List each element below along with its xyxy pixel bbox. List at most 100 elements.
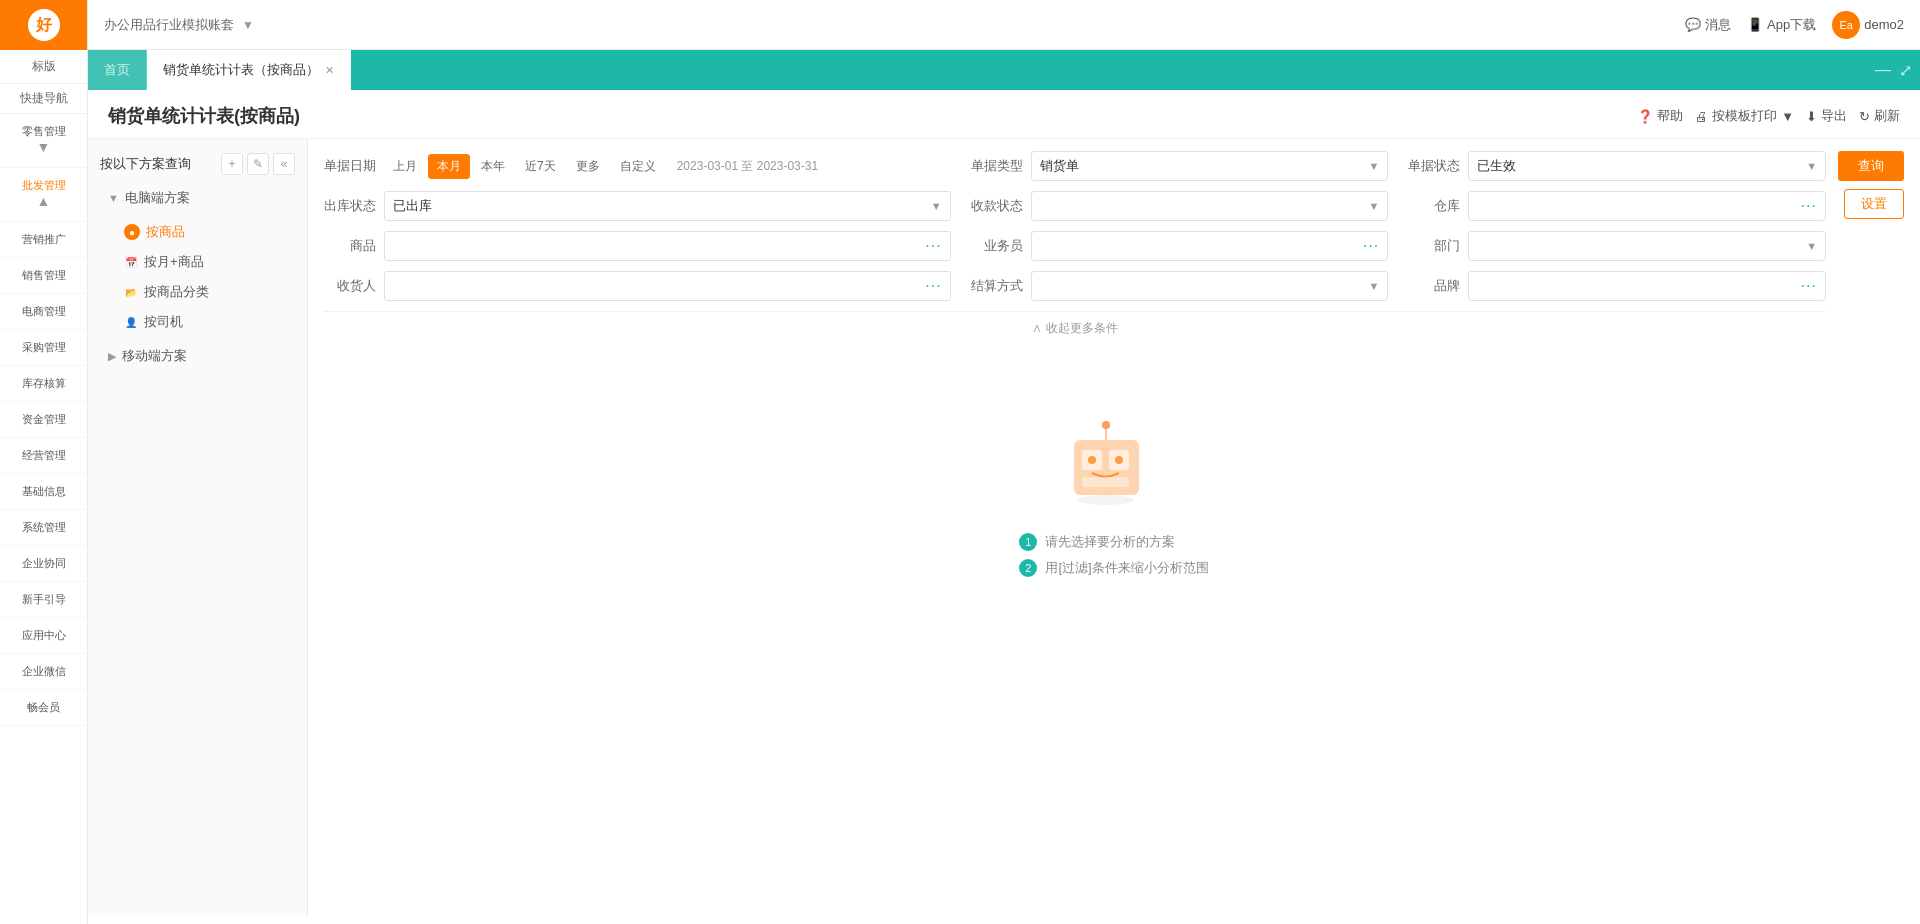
edit-scheme-btn[interactable]: ✎ <box>247 153 269 175</box>
topbar-left: 办公用品行业模拟账套 ▼ <box>104 16 254 34</box>
tree-mobile-label: 移动端方案 <box>122 347 187 365</box>
sidebar-item-finance[interactable]: 资金管理 <box>0 402 87 438</box>
refresh-btn[interactable]: ↻ 刷新 <box>1859 107 1900 125</box>
export-icon: ⬇ <box>1806 109 1817 124</box>
sidebar-item-wholesale[interactable]: 批发管理 ▲ <box>0 168 87 222</box>
sidebar-item-sales[interactable]: 销售管理 <box>0 258 87 294</box>
help-btn[interactable]: ❓ 帮助 <box>1637 107 1683 125</box>
print-label: 按模板打印 <box>1712 107 1777 125</box>
tree-pc-group[interactable]: ▼ 电脑端方案 <box>88 183 307 213</box>
collapse-panel-btn[interactable]: « <box>273 153 295 175</box>
sidebar-item-weixin[interactable]: 企业微信 <box>0 654 87 690</box>
filter-brand: 品牌 ··· <box>1408 271 1826 301</box>
tree-sub-items: ● 按商品 📅 按月+商品 📂 按商品分类 👤 按司机 <box>88 213 307 341</box>
payment-status-select[interactable]: ▼ <box>1031 191 1389 221</box>
filter-row-4: 收货人 ··· 结算方式 ▼ <box>324 271 1826 301</box>
add-scheme-btn[interactable]: + <box>221 153 243 175</box>
date-tab-more[interactable]: 更多 <box>567 154 609 179</box>
date-tab-current-month[interactable]: 本月 <box>428 154 470 179</box>
brand-select[interactable]: ··· <box>1468 271 1826 301</box>
out-status-arrow-icon: ▼ <box>931 200 942 212</box>
scheme-by-goods[interactable]: ● 按商品 <box>88 217 307 247</box>
driver-icon: 👤 <box>124 315 138 329</box>
sidebar-item-purchase[interactable]: 采购管理 <box>0 330 87 366</box>
bill-type-select[interactable]: 销货单 ▼ <box>1031 151 1389 181</box>
sidebar-item-marketing[interactable]: 营销推广 <box>0 222 87 258</box>
scheme-by-month-goods[interactable]: 📅 按月+商品 <box>88 247 307 277</box>
export-label: 导出 <box>1821 107 1847 125</box>
svg-point-4 <box>1088 456 1096 464</box>
user-profile-btn[interactable]: Ea demo2 <box>1832 11 1904 39</box>
out-status-select[interactable]: 已出库 ▼ <box>384 191 951 221</box>
message-btn[interactable]: 💬 消息 <box>1685 16 1731 34</box>
quicknav-label: 快捷导航 <box>20 90 68 107</box>
scheme-by-driver[interactable]: 👤 按司机 <box>88 307 307 337</box>
tab-home[interactable]: 首页 <box>88 50 147 90</box>
help-label: 帮助 <box>1657 107 1683 125</box>
receiver-dots-icon: ··· <box>925 277 941 295</box>
empty-illustration <box>1054 405 1174 525</box>
calendar-icon: 📅 <box>124 255 138 269</box>
bill-type-value: 销货单 <box>1040 157 1079 175</box>
tab-minimize-icon[interactable]: — <box>1875 61 1891 79</box>
sidebar-search[interactable]: 标版 <box>0 50 87 84</box>
empty-state: 1 请先选择要分析的方案 2 用[过滤]条件来缩小分析范围 <box>324 345 1904 625</box>
collapse-label: 收起更多条件 <box>1046 321 1118 335</box>
main-area: 办公用品行业模拟账套 ▼ 💬 消息 📱 App下载 Ea demo2 首页 <box>88 0 1920 924</box>
date-tab-current-year[interactable]: 本年 <box>472 154 514 179</box>
active-dot: ● <box>124 224 140 240</box>
tab-report[interactable]: 销货单统计计表（按商品） ✕ <box>147 50 351 90</box>
sidebar-item-retail[interactable]: 零售管理 ▼ <box>0 114 87 168</box>
scheme-by-category[interactable]: 📂 按商品分类 <box>88 277 307 307</box>
topbar-dropdown-icon[interactable]: ▼ <box>242 18 254 32</box>
tree-mobile-group[interactable]: ▶ 移动端方案 <box>88 341 307 371</box>
salesman-select[interactable]: ··· <box>1031 231 1389 261</box>
sidebar-logo[interactable]: 好 <box>0 0 87 50</box>
page-title: 销货单统计计表(按商品) <box>108 104 300 128</box>
warehouse-select[interactable]: ··· <box>1468 191 1826 221</box>
goods-select[interactable]: ··· <box>384 231 951 261</box>
sidebar-item-inventory[interactable]: 库存核算 <box>0 366 87 402</box>
tree-collapse-icon: ▶ <box>108 350 116 363</box>
sidebar-item-basic[interactable]: 基础信息 <box>0 474 87 510</box>
settings-btn[interactable]: 设置 <box>1844 189 1904 219</box>
dept-select[interactable]: ▼ <box>1468 231 1826 261</box>
tab-close-icon[interactable]: ✕ <box>325 64 334 77</box>
filter-row-2: 出库状态 已出库 ▼ 收款状态 <box>324 191 1826 221</box>
print-btn[interactable]: 🖨 按模板打印 ▼ <box>1695 107 1794 125</box>
hint-text-2: 用[过滤]条件来缩小分析范围 <box>1045 559 1208 577</box>
help-icon: ❓ <box>1637 109 1653 124</box>
sidebar-item-guide[interactable]: 新手引导 <box>0 582 87 618</box>
search-label: 标版 <box>32 58 56 75</box>
sidebar-item-operations[interactable]: 经营管理 <box>0 438 87 474</box>
date-tab-7days[interactable]: 近7天 <box>516 154 565 179</box>
receiver-select[interactable]: ··· <box>384 271 951 301</box>
filter-out-status: 出库状态 已出库 ▼ <box>324 191 951 221</box>
sidebar-item-ecommerce[interactable]: 电商管理 <box>0 294 87 330</box>
date-tab-custom[interactable]: 自定义 <box>611 154 665 179</box>
right-panel: 单据日期 上月 本月 本年 近7天 更多 自定义 <box>308 139 1920 916</box>
bill-status-select[interactable]: 已生效 ▼ <box>1468 151 1826 181</box>
export-btn[interactable]: ⬇ 导出 <box>1806 107 1847 125</box>
sidebar-item-member[interactable]: 畅会员 <box>0 690 87 726</box>
sidebar-quicknav[interactable]: 快捷导航 <box>0 84 87 114</box>
filter-dept: 部门 ▼ <box>1408 231 1826 261</box>
collapse-bar[interactable]: ∧ 收起更多条件 <box>324 311 1826 345</box>
print-dropdown-icon[interactable]: ▼ <box>1781 109 1794 124</box>
sidebar-item-system[interactable]: 系统管理 <box>0 510 87 546</box>
bill-type-label: 单据类型 <box>971 157 1031 175</box>
page-header: 销货单统计计表(按商品) ❓ 帮助 🖨 按模板打印 ▼ ⬇ 导出 ↻ 刷新 <box>88 90 1920 139</box>
action-btn-group: 查询 设置 <box>1838 151 1904 219</box>
empty-hint-1: 1 请先选择要分析的方案 <box>1019 533 1208 551</box>
topbar-right: 💬 消息 📱 App下载 Ea demo2 <box>1685 11 1904 39</box>
query-btn[interactable]: 查询 <box>1838 151 1904 181</box>
app-download-btn[interactable]: 📱 App下载 <box>1747 16 1816 34</box>
sidebar-item-apps[interactable]: 应用中心 <box>0 618 87 654</box>
left-panel-header: 按以下方案查询 + ✎ « <box>88 149 307 183</box>
tab-maximize-icon[interactable]: ⤢ <box>1899 61 1912 80</box>
hint-num-1: 1 <box>1019 533 1037 551</box>
payment-method-select[interactable]: ▼ <box>1031 271 1389 301</box>
sidebar-item-enterprise[interactable]: 企业协同 <box>0 546 87 582</box>
date-tab-last-month[interactable]: 上月 <box>384 154 426 179</box>
download-icon: 📱 <box>1747 17 1763 32</box>
